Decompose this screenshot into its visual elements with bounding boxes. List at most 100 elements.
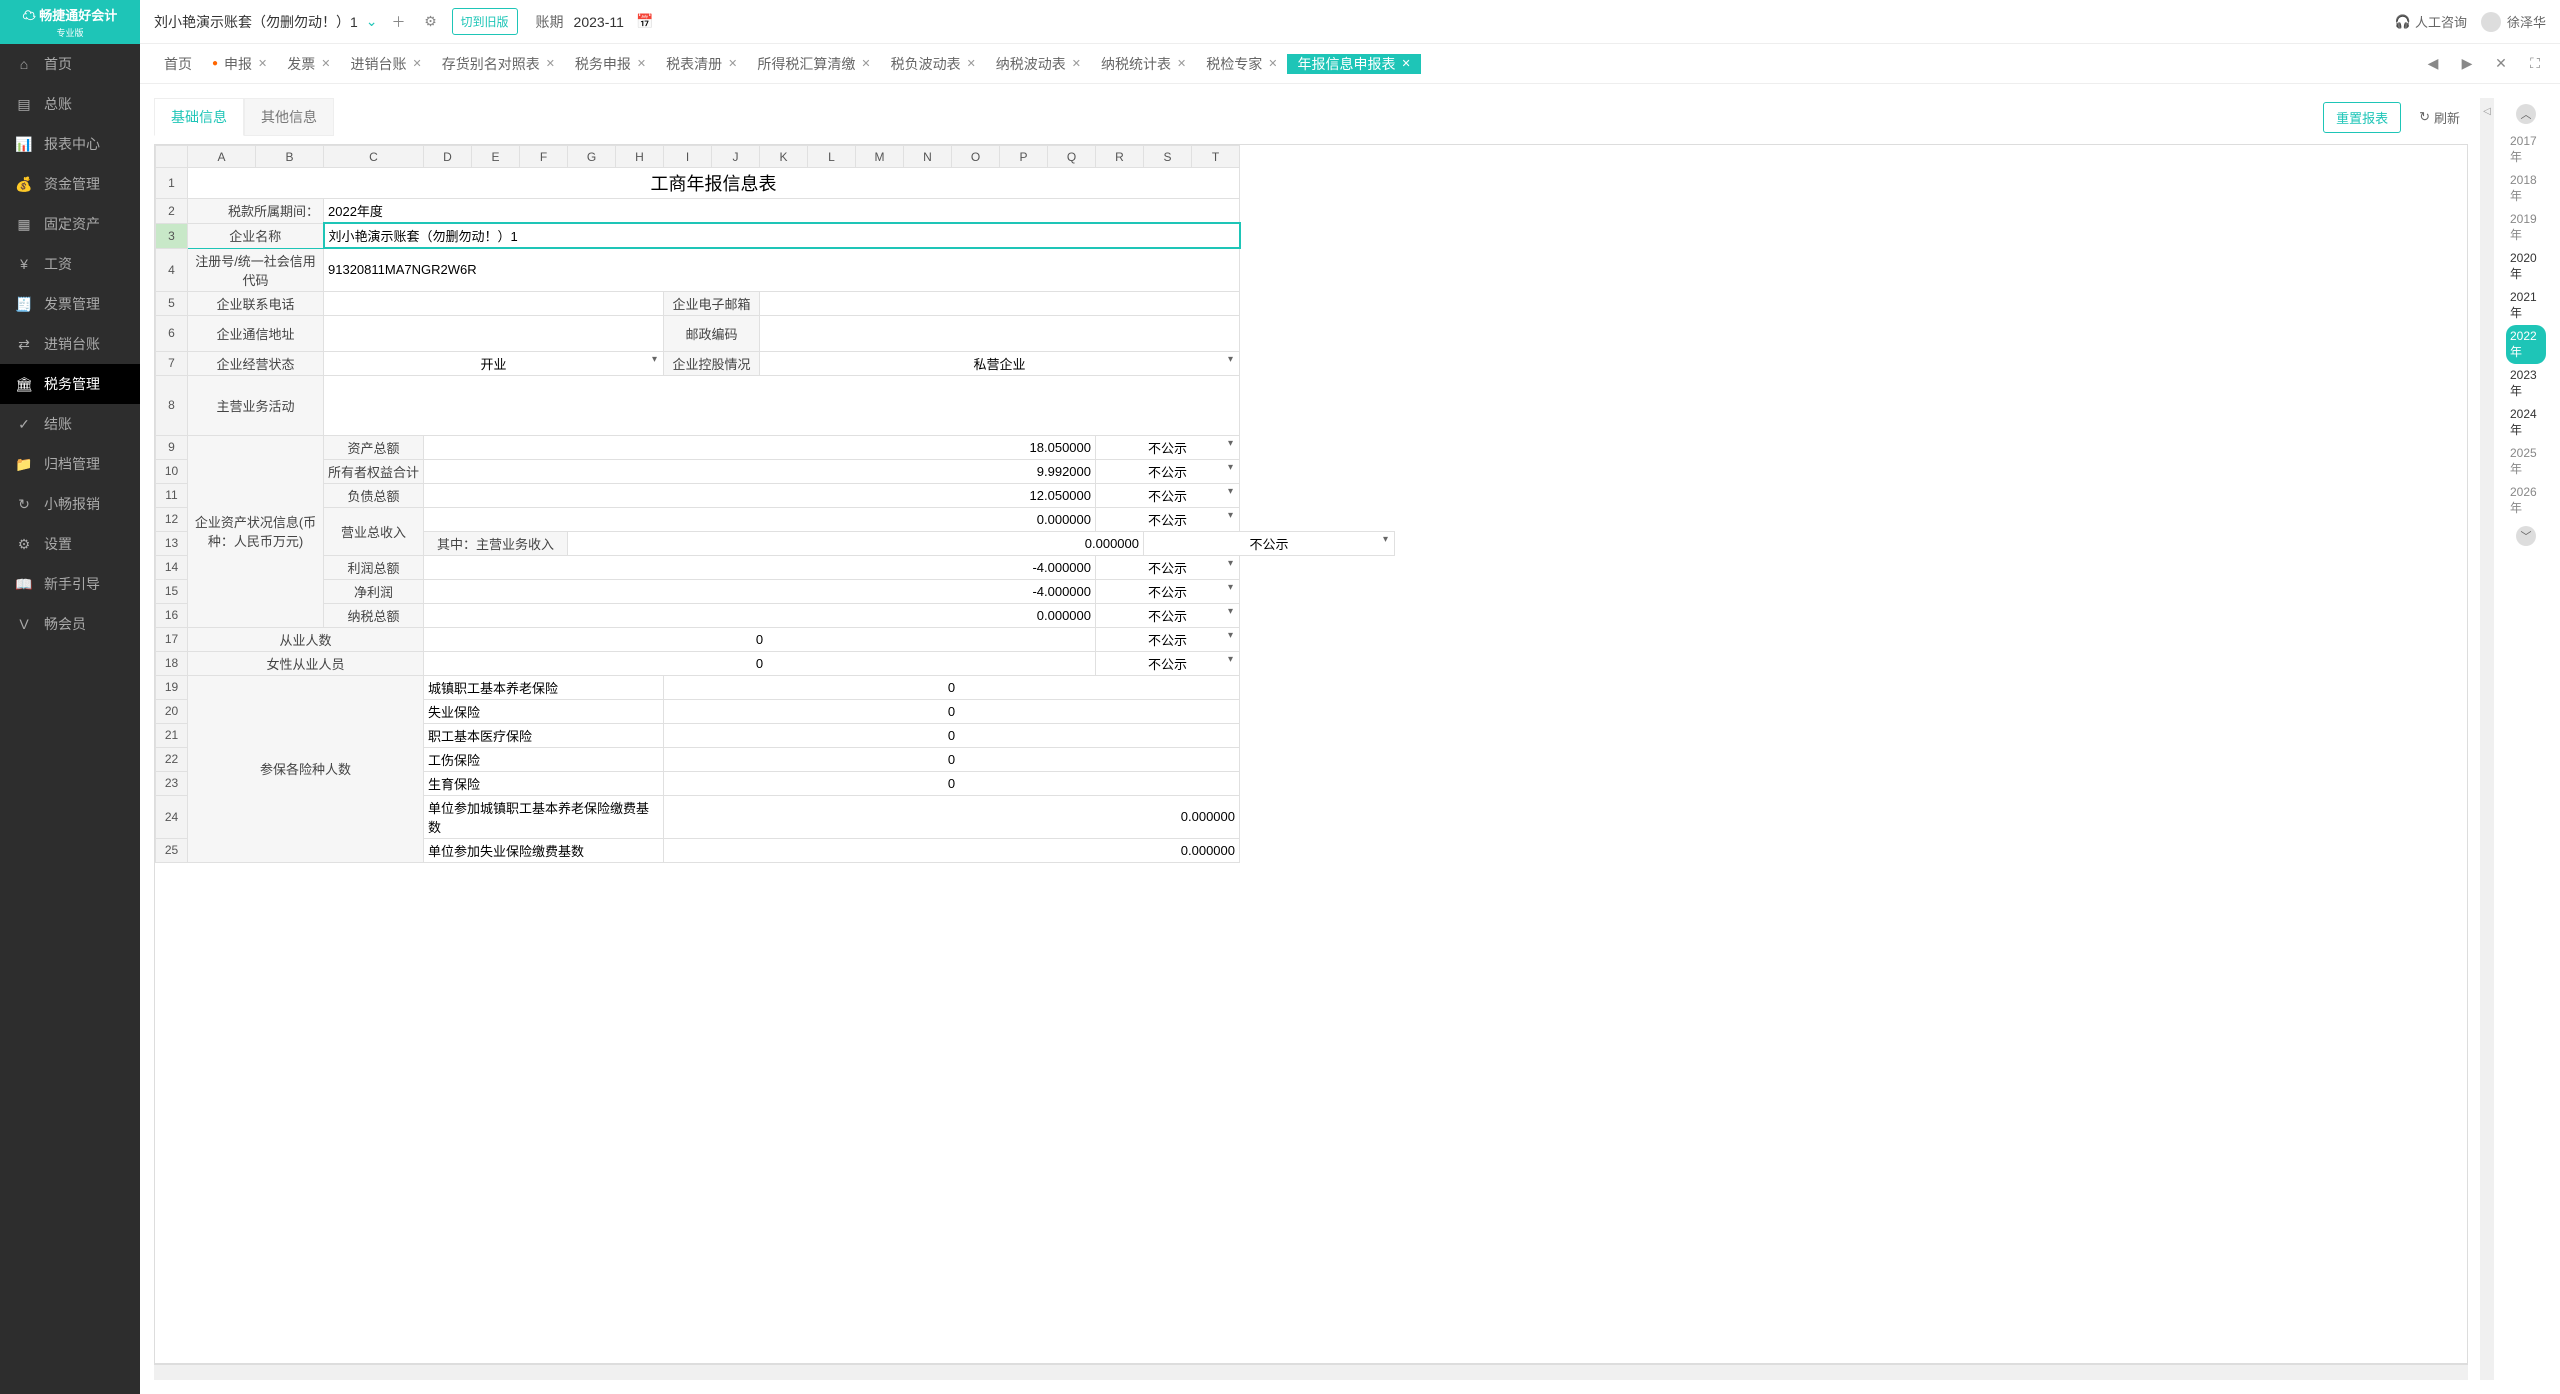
row-header[interactable]: 1 [156, 168, 188, 199]
row-header[interactable]: 19 [156, 675, 188, 699]
row-header[interactable]: 5 [156, 291, 188, 315]
tab[interactable]: 税务申报✕ [565, 54, 656, 74]
calendar-icon[interactable]: 📅 [634, 11, 656, 33]
cell[interactable]: 0.000000 [664, 795, 1240, 838]
column-header[interactable]: N [904, 146, 952, 168]
nav-item-archive[interactable]: 📁归档管理 [0, 444, 140, 484]
row-header[interactable]: 11 [156, 483, 188, 507]
tab[interactable]: 纳税波动表✕ [986, 54, 1091, 74]
tab[interactable]: ●申报✕ [202, 54, 277, 74]
cell[interactable]: 0.000000 [424, 507, 1096, 531]
close-icon[interactable]: ✕ [1268, 57, 1277, 70]
cell[interactable]: -4.000000 [424, 579, 1096, 603]
year-option[interactable]: 2022年 [2506, 325, 2546, 364]
row-header[interactable]: 15 [156, 579, 188, 603]
consult-link[interactable]: 🎧 人工咨询 [2395, 12, 2467, 31]
dropdown[interactable]: 不公示 [1096, 603, 1240, 627]
row-header[interactable]: 13 [156, 531, 188, 555]
cell[interactable]: 0 [424, 627, 1096, 651]
close-icon[interactable]: ✕ [861, 57, 870, 70]
column-header[interactable]: T [1192, 146, 1240, 168]
column-header[interactable]: M [856, 146, 904, 168]
column-header[interactable]: O [952, 146, 1000, 168]
column-header[interactable]: A [188, 146, 256, 168]
row-header[interactable]: 17 [156, 627, 188, 651]
cell[interactable]: 0 [664, 723, 1240, 747]
column-header[interactable]: S [1144, 146, 1192, 168]
tab[interactable]: 所得税汇算清缴✕ [747, 54, 880, 74]
row-header[interactable]: 20 [156, 699, 188, 723]
close-icon[interactable]: ✕ [412, 57, 421, 70]
year-option[interactable]: 2020年 [2506, 247, 2546, 286]
cell[interactable]: 0 [664, 771, 1240, 795]
tab[interactable]: 税表清册✕ [656, 54, 747, 74]
dropdown[interactable]: 不公示 [1096, 507, 1240, 531]
close-icon[interactable]: ✕ [1072, 57, 1081, 70]
row-header[interactable]: 14 [156, 555, 188, 579]
nav-item-funds[interactable]: 💰资金管理 [0, 164, 140, 204]
column-header[interactable]: H [616, 146, 664, 168]
year-option[interactable]: 2023年 [2506, 364, 2546, 403]
row-header[interactable]: 16 [156, 603, 188, 627]
cell[interactable]: 0 [424, 651, 1096, 675]
column-header[interactable]: J [712, 146, 760, 168]
dropdown[interactable]: 不公示 [1096, 651, 1240, 675]
year-option[interactable]: 2024年 [2506, 403, 2546, 442]
dropdown[interactable]: 不公示 [1144, 531, 1395, 555]
reset-report-button[interactable]: 重置报表 [2323, 102, 2401, 133]
dropdown[interactable]: 不公示 [1096, 459, 1240, 483]
year-option[interactable]: 2018年 [2506, 169, 2546, 208]
tab[interactable]: 税负波动表✕ [881, 54, 986, 74]
cell[interactable]: 0 [664, 675, 1240, 699]
dropdown[interactable]: 开业 [324, 351, 664, 375]
row-header[interactable]: 25 [156, 838, 188, 862]
column-header[interactable]: Q [1048, 146, 1096, 168]
years-collapse-icon[interactable]: ◁ [2480, 98, 2494, 1380]
nav-item-tax[interactable]: 🏛税务管理 [0, 364, 140, 404]
subtab[interactable]: 基础信息 [154, 98, 244, 136]
switch-version-button[interactable]: 切到旧版 [452, 8, 518, 35]
row-header[interactable]: 2 [156, 199, 188, 224]
dropdown[interactable]: 不公示 [1096, 627, 1240, 651]
column-header[interactable]: I [664, 146, 712, 168]
year-option[interactable]: 2021年 [2506, 286, 2546, 325]
row-header[interactable]: 3 [156, 223, 188, 248]
cell[interactable] [760, 315, 1240, 351]
nav-item-expense[interactable]: ↻小畅报销 [0, 484, 140, 524]
nav-item-vip[interactable]: V畅会员 [0, 604, 140, 644]
dropdown[interactable]: 私营企业 [760, 351, 1240, 375]
row-header[interactable]: 18 [156, 651, 188, 675]
gear-icon[interactable]: ⚙ [420, 11, 442, 33]
cell[interactable]: 0 [664, 747, 1240, 771]
nav-item-invoice[interactable]: 🧾发票管理 [0, 284, 140, 324]
add-account-icon[interactable]: ＋ [388, 11, 410, 33]
close-icon[interactable]: ✕ [546, 57, 555, 70]
tab-next-icon[interactable]: ▶ [2456, 53, 2478, 75]
column-header[interactable]: R [1096, 146, 1144, 168]
nav-item-reports[interactable]: 📊报表中心 [0, 124, 140, 164]
refresh-button[interactable]: ↻ 刷新 [2411, 102, 2468, 133]
year-down-icon[interactable]: ﹀ [2516, 526, 2536, 546]
close-icon[interactable]: ✕ [1401, 57, 1410, 70]
cell[interactable] [324, 291, 664, 315]
tab[interactable]: 发票✕ [277, 54, 340, 74]
year-option[interactable]: 2017年 [2506, 130, 2546, 169]
cell[interactable]: -4.000000 [424, 555, 1096, 579]
column-header[interactable]: B [256, 146, 324, 168]
spreadsheet[interactable]: ABCDEFGHIJKLMNOPQRST 1工商年报信息表2税款所属期间：202… [154, 144, 2468, 1364]
row-header[interactable]: 22 [156, 747, 188, 771]
column-header[interactable]: C [324, 146, 424, 168]
row-header[interactable]: 12 [156, 507, 188, 531]
close-icon[interactable]: ✕ [321, 57, 330, 70]
tab[interactable]: 税检专家✕ [1196, 54, 1287, 74]
row-header[interactable]: 8 [156, 375, 188, 435]
horizontal-scrollbar[interactable] [154, 1364, 2468, 1380]
fullscreen-icon[interactable]: ⛶ [2524, 53, 2546, 75]
cell[interactable]: 0.000000 [568, 531, 1144, 555]
column-header[interactable]: E [472, 146, 520, 168]
year-option[interactable]: 2025年 [2506, 442, 2546, 481]
row-header[interactable]: 21 [156, 723, 188, 747]
account-selector[interactable]: 刘小艳演示账套（勿删勿动！）1 ⌄ [154, 12, 378, 32]
cell[interactable] [760, 291, 1240, 315]
nav-item-assets[interactable]: ▦固定资产 [0, 204, 140, 244]
